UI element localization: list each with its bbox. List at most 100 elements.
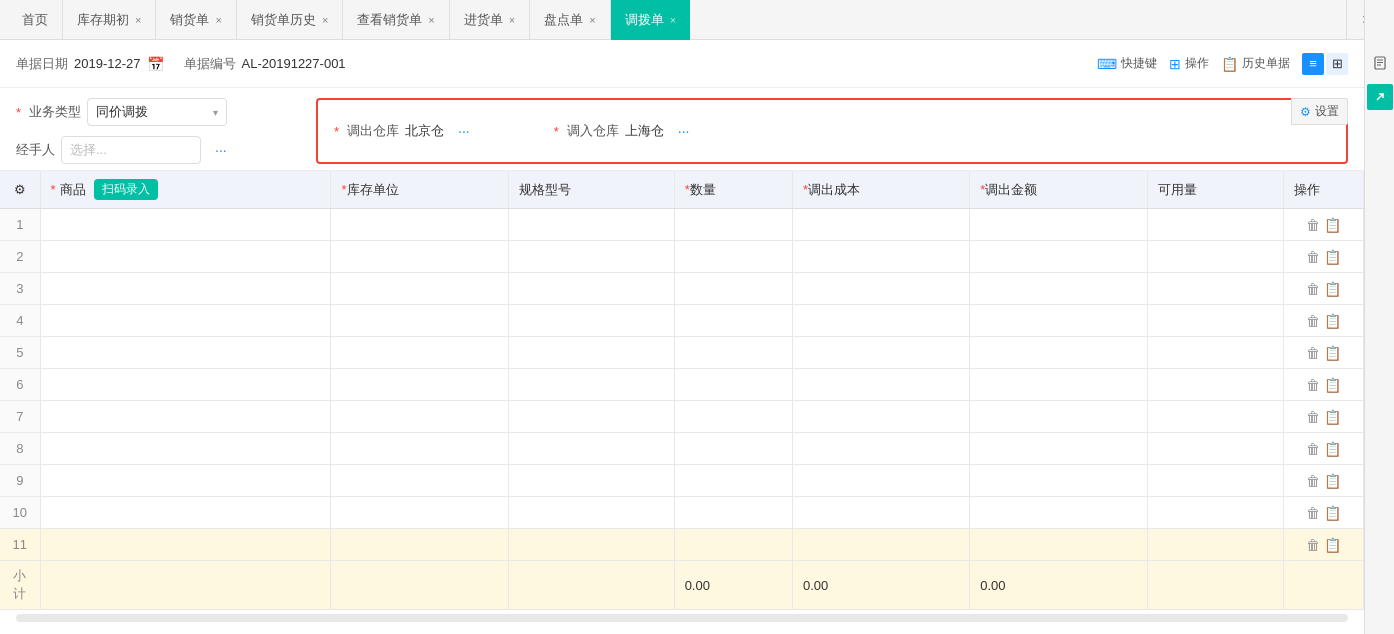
- delete-icon-2[interactable]: 🗑: [1306, 249, 1320, 265]
- transfer-in-more-icon[interactable]: ···: [678, 123, 690, 139]
- row-10-qty[interactable]: [674, 497, 792, 529]
- tab-transfer-order[interactable]: 调拨单 ×: [611, 0, 690, 40]
- row-3-product[interactable]: [40, 273, 331, 305]
- row-2-amount[interactable]: [970, 241, 1147, 273]
- row-4-cost[interactable]: [792, 305, 969, 337]
- row-9-qty[interactable]: [674, 465, 792, 497]
- tab-sales-order[interactable]: 销货单 ×: [156, 0, 236, 40]
- copy-icon-8[interactable]: 📋: [1324, 441, 1341, 457]
- delete-icon-11[interactable]: 🗑: [1306, 537, 1320, 553]
- row-9-cost[interactable]: [792, 465, 969, 497]
- row-2-spec[interactable]: [508, 241, 674, 273]
- row-11-unit[interactable]: [331, 529, 508, 561]
- tab-inventory-check[interactable]: 盘点单 ×: [530, 0, 610, 40]
- row-1-amount[interactable]: [970, 209, 1147, 241]
- row-1-spec[interactable]: [508, 209, 674, 241]
- sidebar-export-icon[interactable]: [1367, 84, 1393, 110]
- row-8-spec[interactable]: [508, 433, 674, 465]
- delete-icon-8[interactable]: 🗑: [1306, 441, 1320, 457]
- delete-icon-6[interactable]: 🗑: [1306, 377, 1320, 393]
- calendar-icon[interactable]: 📅: [147, 56, 164, 72]
- row-10-product[interactable]: [40, 497, 331, 529]
- settings-button[interactable]: ⚙ 设置: [1291, 98, 1348, 125]
- copy-icon-4[interactable]: 📋: [1324, 313, 1341, 329]
- layout-grid-icon[interactable]: ⊞: [1326, 53, 1348, 75]
- row-7-unit[interactable]: [331, 401, 508, 433]
- row-7-product[interactable]: [40, 401, 331, 433]
- delete-icon-9[interactable]: 🗑: [1306, 473, 1320, 489]
- row-9-spec[interactable]: [508, 465, 674, 497]
- copy-icon-5[interactable]: 📋: [1324, 345, 1341, 361]
- row-10-available[interactable]: [1147, 497, 1283, 529]
- row-5-spec[interactable]: [508, 337, 674, 369]
- row-2-unit[interactable]: [331, 241, 508, 273]
- row-1-cost[interactable]: [792, 209, 969, 241]
- row-6-spec[interactable]: [508, 369, 674, 401]
- row-10-unit[interactable]: [331, 497, 508, 529]
- row-7-spec[interactable]: [508, 401, 674, 433]
- row-5-available[interactable]: [1147, 337, 1283, 369]
- col-header-gear[interactable]: ⚙: [0, 171, 40, 209]
- tab-purchase-order-close[interactable]: ×: [509, 14, 515, 26]
- tab-inventory-init[interactable]: 库存期初 ×: [63, 0, 156, 40]
- tab-transfer-order-close[interactable]: ×: [670, 14, 676, 26]
- row-3-qty[interactable]: [674, 273, 792, 305]
- sidebar-doc-icon[interactable]: [1367, 50, 1393, 76]
- tab-sales-order-close[interactable]: ×: [215, 14, 221, 26]
- row-11-amount[interactable]: [970, 529, 1147, 561]
- delete-icon-7[interactable]: 🗑: [1306, 409, 1320, 425]
- copy-icon-9[interactable]: 📋: [1324, 473, 1341, 489]
- row-6-product[interactable]: [40, 369, 331, 401]
- row-9-amount[interactable]: [970, 465, 1147, 497]
- row-8-cost[interactable]: [792, 433, 969, 465]
- horizontal-scrollbar[interactable]: [0, 610, 1364, 626]
- scan-button[interactable]: 扫码录入: [94, 179, 158, 200]
- tab-purchase-order[interactable]: 进货单 ×: [450, 0, 530, 40]
- row-4-spec[interactable]: [508, 305, 674, 337]
- row-10-cost[interactable]: [792, 497, 969, 529]
- row-2-qty[interactable]: [674, 241, 792, 273]
- business-type-select[interactable]: 同价调拨 ▾: [87, 98, 227, 126]
- tab-inventory-check-close[interactable]: ×: [589, 14, 595, 26]
- row-6-available[interactable]: [1147, 369, 1283, 401]
- row-11-product[interactable]: [40, 529, 331, 561]
- row-8-amount[interactable]: [970, 433, 1147, 465]
- row-9-available[interactable]: [1147, 465, 1283, 497]
- row-5-unit[interactable]: [331, 337, 508, 369]
- row-3-spec[interactable]: [508, 273, 674, 305]
- tab-sales-history-close[interactable]: ×: [322, 14, 328, 26]
- row-9-unit[interactable]: [331, 465, 508, 497]
- row-1-qty[interactable]: [674, 209, 792, 241]
- layout-list-icon[interactable]: ≡: [1302, 53, 1324, 75]
- row-8-available[interactable]: [1147, 433, 1283, 465]
- row-8-product[interactable]: [40, 433, 331, 465]
- row-3-cost[interactable]: [792, 273, 969, 305]
- copy-icon-7[interactable]: 📋: [1324, 409, 1341, 425]
- delete-icon-1[interactable]: 🗑: [1306, 217, 1320, 233]
- copy-icon-10[interactable]: 📋: [1324, 505, 1341, 521]
- row-4-qty[interactable]: [674, 305, 792, 337]
- shortcuts-button[interactable]: ⌨ 快捷键: [1097, 55, 1157, 72]
- row-5-qty[interactable]: [674, 337, 792, 369]
- row-10-spec[interactable]: [508, 497, 674, 529]
- row-2-product[interactable]: [40, 241, 331, 273]
- tab-view-sales-close[interactable]: ×: [428, 14, 434, 26]
- handler-more-icon[interactable]: ···: [215, 142, 227, 158]
- tab-inventory-init-close[interactable]: ×: [135, 14, 141, 26]
- row-4-unit[interactable]: [331, 305, 508, 337]
- transfer-out-more-icon[interactable]: ···: [458, 123, 470, 139]
- row-8-unit[interactable]: [331, 433, 508, 465]
- row-2-cost[interactable]: [792, 241, 969, 273]
- copy-icon-6[interactable]: 📋: [1324, 377, 1341, 393]
- row-3-available[interactable]: [1147, 273, 1283, 305]
- delete-icon-3[interactable]: 🗑: [1306, 281, 1320, 297]
- row-1-unit[interactable]: [331, 209, 508, 241]
- copy-icon-1[interactable]: 📋: [1324, 217, 1341, 233]
- row-3-amount[interactable]: [970, 273, 1147, 305]
- row-4-product[interactable]: [40, 305, 331, 337]
- row-11-qty[interactable]: [674, 529, 792, 561]
- tab-sales-history[interactable]: 销货单历史 ×: [237, 0, 343, 40]
- tab-home[interactable]: 首页: [8, 0, 63, 40]
- row-1-available[interactable]: [1147, 209, 1283, 241]
- row-5-cost[interactable]: [792, 337, 969, 369]
